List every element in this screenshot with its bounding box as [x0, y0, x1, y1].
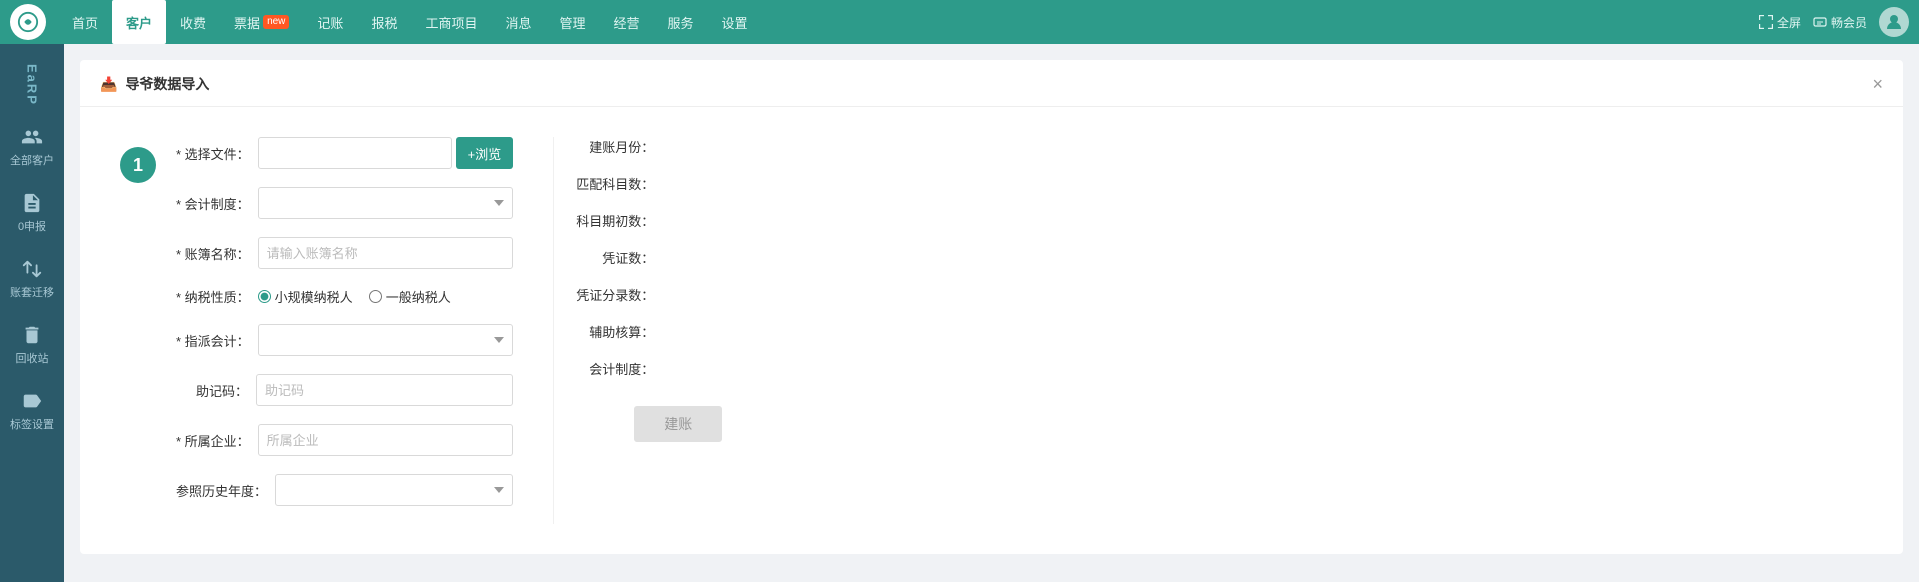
info-accounting-system-label: 会计制度： [574, 359, 654, 378]
subject-init-label: 科目期初数： [574, 211, 654, 230]
build-month-label: 建账月份： [574, 137, 654, 156]
build-month-row: 建账月份： [574, 137, 782, 156]
file-input[interactable] [258, 137, 452, 169]
voucher-entries-label: 凭证分录数： [574, 285, 654, 304]
main-content: 📥 导爷数据导入 × 1 * 选择文件： [64, 44, 1919, 582]
build-button-area: 建账 [574, 396, 782, 442]
ref-year-label: 参照历史年度： [176, 481, 267, 500]
nav-items: 首页客户收费票据new记账报税工商项目消息管理经营服务设置 [58, 0, 1759, 44]
select-file-row: * 选择文件： +浏览 [176, 137, 513, 169]
nav-item-记账[interactable]: 记账 [303, 0, 357, 44]
sidebar-item-all-clients[interactable]: 全部客户 [0, 116, 64, 178]
aux-calc-label: 辅助核算： [574, 322, 654, 341]
company-input[interactable] [258, 424, 514, 456]
form-section-wrapper: 1 * 选择文件： +浏览 * 会计制度 [120, 137, 513, 524]
sidebar-item-tags[interactable]: 标签设置 [0, 380, 64, 442]
step-badge: 1 [120, 147, 156, 183]
nav-item-管理[interactable]: 管理 [545, 0, 599, 44]
user-avatar[interactable] [1879, 7, 1909, 37]
ledger-name-row: * 账簿名称： [176, 237, 513, 269]
assign-accountant-select[interactable] [258, 324, 514, 356]
nav-item-收费[interactable]: 收费 [166, 0, 220, 44]
sidebar-item-declare[interactable]: 0申报 [0, 182, 64, 244]
subject-init-row: 科目期初数： [574, 211, 782, 230]
nav-item-设置[interactable]: 设置 [708, 0, 762, 44]
voucher-count-row: 凭证数： [574, 248, 782, 267]
fullscreen-label: 全屏 [1777, 14, 1801, 31]
tax-nature-row: * 纳税性质： 小规模纳税人 一般纳税人 [176, 287, 513, 306]
panel-body: 1 * 选择文件： +浏览 * 会计制度 [80, 107, 1903, 554]
step-column: 1 [120, 137, 156, 183]
aux-calc-row: 辅助核算： [574, 322, 782, 341]
nav-item-消息[interactable]: 消息 [491, 0, 545, 44]
nav-item-票据[interactable]: 票据new [220, 0, 303, 44]
ledger-name-label: * 账簿名称： [176, 244, 250, 263]
panel-title-icon: 📥 [100, 76, 117, 93]
sidebar-item-transfer[interactable]: 账套迁移 [0, 248, 64, 310]
ref-year-select[interactable] [275, 474, 513, 506]
sidebar-label-tags: 标签设置 [10, 416, 54, 432]
build-account-button[interactable]: 建账 [634, 406, 722, 442]
sidebar-item-trash[interactable]: 回收站 [0, 314, 64, 376]
company-row: * 所属企业： [176, 424, 513, 456]
nav-item-首页[interactable]: 首页 [58, 0, 112, 44]
top-nav: 首页客户收费票据new记账报税工商项目消息管理经营服务设置 全屏 畅会员 [0, 0, 1919, 44]
nav-right: 全屏 畅会员 [1759, 7, 1909, 37]
file-input-wrapper: +浏览 [258, 137, 514, 169]
nav-item-客户[interactable]: 客户 [112, 0, 166, 44]
nav-item-工商项目[interactable]: 工商项目 [411, 0, 491, 44]
close-icon[interactable]: × [1872, 75, 1883, 93]
browse-button[interactable]: +浏览 [456, 137, 514, 169]
sidebar-logo: EaRP [0, 54, 64, 112]
fullscreen-button[interactable]: 全屏 [1759, 14, 1801, 31]
tax-general-radio[interactable]: 一般纳税人 [369, 287, 451, 306]
tax-small-label: 小规模纳税人 [275, 287, 353, 306]
sidebar-label-all-clients: 全部客户 [10, 152, 54, 168]
memo-code-input[interactable] [256, 374, 513, 406]
app-logo[interactable] [10, 4, 46, 40]
panel-title-text: 导爷数据导入 [125, 74, 209, 94]
memo-code-label: 助记码： [176, 381, 248, 400]
info-accounting-system-row: 会计制度： [574, 359, 782, 378]
import-panel: 📥 导爷数据导入 × 1 * 选择文件： [80, 60, 1903, 554]
tax-nature-radio-group: 小规模纳税人 一般纳税人 [258, 287, 514, 306]
nav-item-报税[interactable]: 报税 [357, 0, 411, 44]
select-file-label: * 选择文件： [176, 144, 250, 163]
accounting-system-label: * 会计制度： [176, 194, 250, 213]
panel-header: 📥 导爷数据导入 × [80, 60, 1903, 107]
nav-item-服务[interactable]: 服务 [654, 0, 708, 44]
sidebar: EaRP 全部客户 0申报 账套迁移 回收站 标签设置 [0, 44, 64, 582]
match-subjects-label: 匹配科目数： [574, 174, 654, 193]
member-button[interactable]: 畅会员 [1813, 14, 1867, 31]
tax-small-radio[interactable]: 小规模纳税人 [258, 287, 353, 306]
memo-code-row: 助记码： [176, 374, 513, 406]
form-column: * 选择文件： +浏览 * 会计制度： [176, 137, 513, 524]
match-subjects-row: 匹配科目数： [574, 174, 782, 193]
assign-accountant-row: * 指派会计： [176, 324, 513, 356]
voucher-count-label: 凭证数： [574, 248, 654, 267]
ledger-name-input[interactable] [258, 237, 514, 269]
nav-item-经营[interactable]: 经营 [600, 0, 654, 44]
tax-nature-label: * 纳税性质： [176, 287, 250, 306]
panel-title: 📥 导爷数据导入 [100, 74, 209, 94]
accounting-system-select[interactable] [258, 187, 514, 219]
info-section: 建账月份： 匹配科目数： 科目期初数： 凭证数： [553, 137, 782, 524]
voucher-entries-row: 凭证分录数： [574, 285, 782, 304]
sidebar-label-trash: 回收站 [16, 350, 49, 366]
ref-year-row: 参照历史年度： [176, 474, 513, 506]
sidebar-label-declare: 0申报 [18, 218, 46, 234]
company-label: * 所属企业： [176, 431, 250, 450]
sidebar-label-transfer: 账套迁移 [10, 284, 54, 300]
tax-general-label: 一般纳税人 [386, 287, 451, 306]
assign-accountant-label: * 指派会计： [176, 331, 250, 350]
accounting-system-row: * 会计制度： [176, 187, 513, 219]
member-label: 畅会员 [1831, 14, 1867, 31]
